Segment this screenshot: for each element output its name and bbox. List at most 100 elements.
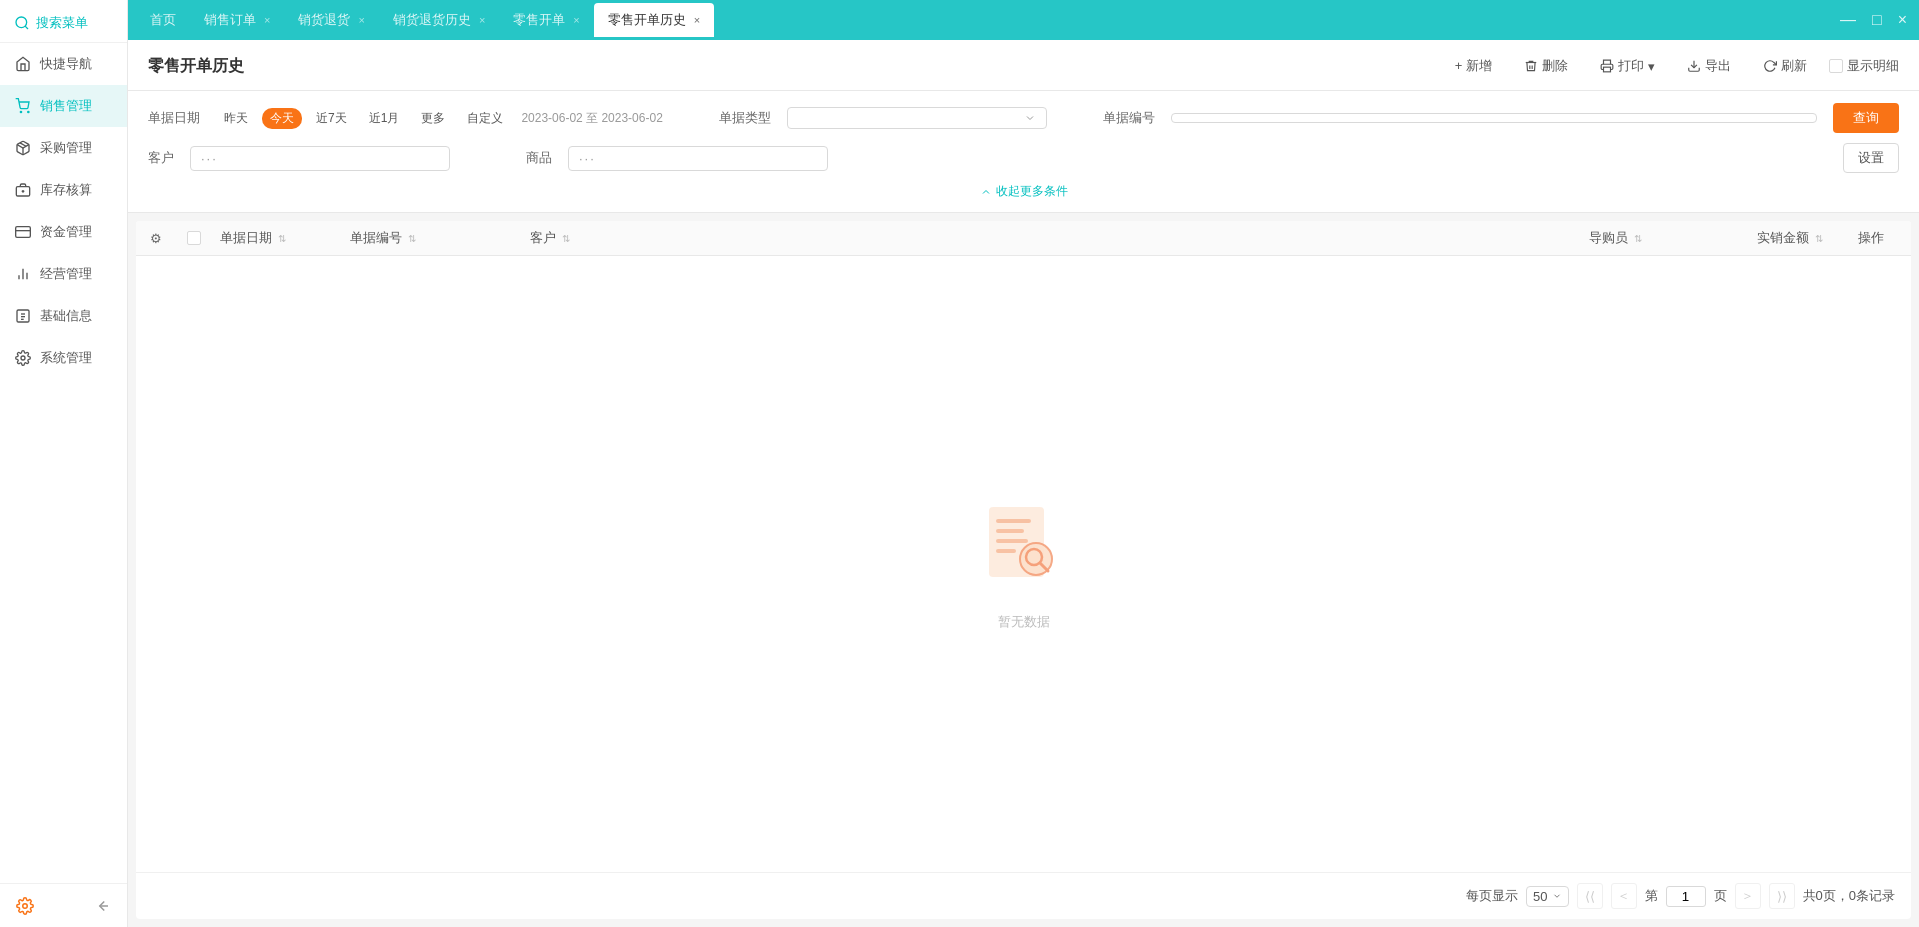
tab-retail-open[interactable]: 零售开单 × — [499, 3, 593, 37]
customer-input[interactable]: ··· — [190, 146, 450, 171]
bill-type-select[interactable] — [787, 107, 1047, 129]
home-icon — [14, 55, 32, 73]
package-icon — [14, 139, 32, 157]
chevron-up-icon — [980, 186, 992, 198]
display-detail-toggle[interactable]: 显示明细 — [1829, 57, 1899, 75]
yesterday-btn[interactable]: 昨天 — [216, 108, 256, 129]
sidebar-item-sales-mgmt[interactable]: 销售管理 — [0, 85, 127, 127]
warehouse-icon — [14, 181, 32, 199]
refresh-button[interactable]: 刷新 — [1753, 52, 1817, 80]
print-arrow: ▾ — [1648, 59, 1655, 74]
query-button[interactable]: 查询 — [1833, 103, 1899, 133]
display-detail-checkbox[interactable] — [1829, 59, 1843, 73]
date-shortcuts: 昨天 今天 近7天 近1月 更多 自定义 2023-06-02 至 2023-0… — [216, 108, 663, 129]
page-suffix: 页 — [1714, 887, 1727, 905]
date-range-display: 2023-06-02 至 2023-06-02 — [521, 110, 662, 127]
per-page-select[interactable]: 50 — [1526, 886, 1568, 907]
tab-sales-return-close[interactable]: × — [358, 14, 364, 26]
query-label: 查询 — [1853, 109, 1879, 127]
sort-date-icon[interactable]: ⇅ — [278, 233, 286, 244]
add-button[interactable]: + 新增 — [1445, 52, 1502, 80]
sidebar-item-operations[interactable]: 经营管理 — [0, 253, 127, 295]
sidebar-item-quick-nav[interactable]: 快捷导航 — [0, 43, 127, 85]
sidebar-item-system-mgmt[interactable]: 系统管理 — [0, 337, 127, 379]
settings-label: 设置 — [1858, 149, 1884, 167]
tab-retail-open-close[interactable]: × — [573, 14, 579, 26]
tab-sales-return-history[interactable]: 销货退货历史 × — [379, 3, 499, 37]
custom-btn[interactable]: 自定义 — [459, 108, 511, 129]
sidebar-item-inventory[interactable]: 库存核算 — [0, 169, 127, 211]
tab-retail-open-label: 零售开单 — [513, 11, 565, 29]
delete-button[interactable]: 删除 — [1514, 52, 1578, 80]
last7-btn[interactable]: 近7天 — [308, 108, 355, 129]
bill-no-label: 单据编号 — [1103, 109, 1155, 127]
col-amount-label: 实销金额 — [1757, 230, 1809, 245]
col-customer-label: 客户 — [530, 230, 556, 245]
gear-icon[interactable] — [16, 896, 34, 915]
tab-sales-order-close[interactable]: × — [264, 14, 270, 26]
last-month-btn[interactable]: 近1月 — [361, 108, 408, 129]
refresh-label: 刷新 — [1781, 57, 1807, 75]
sidebar-search[interactable]: 搜索菜单 — [0, 0, 127, 43]
refresh-icon — [1763, 59, 1777, 73]
sort-guide-icon[interactable]: ⇅ — [1634, 233, 1642, 244]
collapse-label: 收起更多条件 — [996, 183, 1068, 200]
sidebar-item-basic-info[interactable]: 基础信息 — [0, 295, 127, 337]
last-page-btn[interactable]: ⟩⟩ — [1769, 883, 1795, 909]
chevron-down-icon — [1024, 112, 1036, 124]
col-settings[interactable]: ⚙ — [136, 231, 176, 246]
search-icon — [14, 15, 30, 31]
toolbar: + 新增 删除 打印 ▾ 导出 — [1445, 52, 1899, 80]
tab-home-label: 首页 — [150, 11, 176, 29]
page-input[interactable] — [1666, 886, 1706, 907]
tab-sales-return[interactable]: 销货退货 × — [284, 3, 378, 37]
minimize-btn[interactable]: — — [1836, 7, 1860, 33]
tab-retail-history[interactable]: 零售开单历史 × — [594, 3, 714, 37]
page-summary: 共0页，0条记录 — [1803, 887, 1895, 905]
page-title: 零售开单历史 — [148, 56, 244, 77]
sort-customer-icon[interactable]: ⇅ — [562, 233, 570, 244]
collapse-icon[interactable] — [93, 896, 111, 915]
money-icon — [14, 223, 32, 241]
window-controls: — □ × — [1836, 7, 1911, 33]
select-all-checkbox[interactable] — [187, 231, 201, 245]
sort-amount-icon[interactable]: ⇅ — [1815, 233, 1823, 244]
export-button[interactable]: 导出 — [1677, 52, 1741, 80]
goods-input[interactable]: ··· — [568, 146, 828, 171]
today-btn[interactable]: 今天 — [262, 108, 302, 129]
empty-state: 暂无数据 — [136, 256, 1911, 872]
tab-sales-order[interactable]: 销售订单 × — [190, 3, 284, 37]
first-page-btn[interactable]: ⟨⟨ — [1577, 883, 1603, 909]
page-title-row: 零售开单历史 + 新增 删除 打印 ▾ — [148, 52, 1899, 80]
next-page-btn[interactable]: ＞ — [1735, 883, 1761, 909]
bill-no-input[interactable] — [1171, 113, 1817, 123]
settings-button[interactable]: 设置 — [1843, 143, 1899, 173]
collapse-btn[interactable]: 收起更多条件 — [980, 183, 1068, 200]
filter-row-2: 客户 ··· 商品 ··· 设置 — [148, 143, 1899, 173]
tab-home[interactable]: 首页 — [136, 3, 190, 37]
maximize-btn[interactable]: □ — [1868, 7, 1886, 33]
sidebar-nav: 快捷导航 销售管理 采购管理 库存核算 资金管理 — [0, 43, 127, 883]
sidebar-item-purchase-mgmt[interactable]: 采购管理 — [0, 127, 127, 169]
settings-icon — [14, 349, 32, 367]
tab-retail-history-close[interactable]: × — [694, 14, 700, 26]
col-customer-header: 客户 ⇅ — [522, 229, 1581, 247]
empty-icon — [974, 497, 1074, 597]
svg-rect-27 — [996, 549, 1016, 553]
customer-label: 客户 — [148, 149, 174, 167]
more-btn[interactable]: 更多 — [413, 108, 453, 129]
prev-page-btn[interactable]: ＜ — [1611, 883, 1637, 909]
print-label: 打印 — [1618, 57, 1644, 75]
sidebar-item-finance-mgmt[interactable]: 资金管理 — [0, 211, 127, 253]
chart-icon — [14, 265, 32, 283]
column-settings-icon[interactable]: ⚙ — [150, 231, 162, 246]
sidebar-item-label: 库存核算 — [40, 181, 92, 199]
sort-bill-no-icon[interactable]: ⇅ — [408, 233, 416, 244]
print-icon — [1600, 59, 1614, 73]
print-button[interactable]: 打印 ▾ — [1590, 52, 1665, 80]
col-actions-label: 操作 — [1858, 230, 1884, 245]
tab-sales-return-history-close[interactable]: × — [479, 14, 485, 26]
col-checkbox-header[interactable] — [176, 231, 212, 245]
close-btn[interactable]: × — [1894, 7, 1911, 33]
per-page-label: 每页显示 — [1466, 887, 1518, 905]
